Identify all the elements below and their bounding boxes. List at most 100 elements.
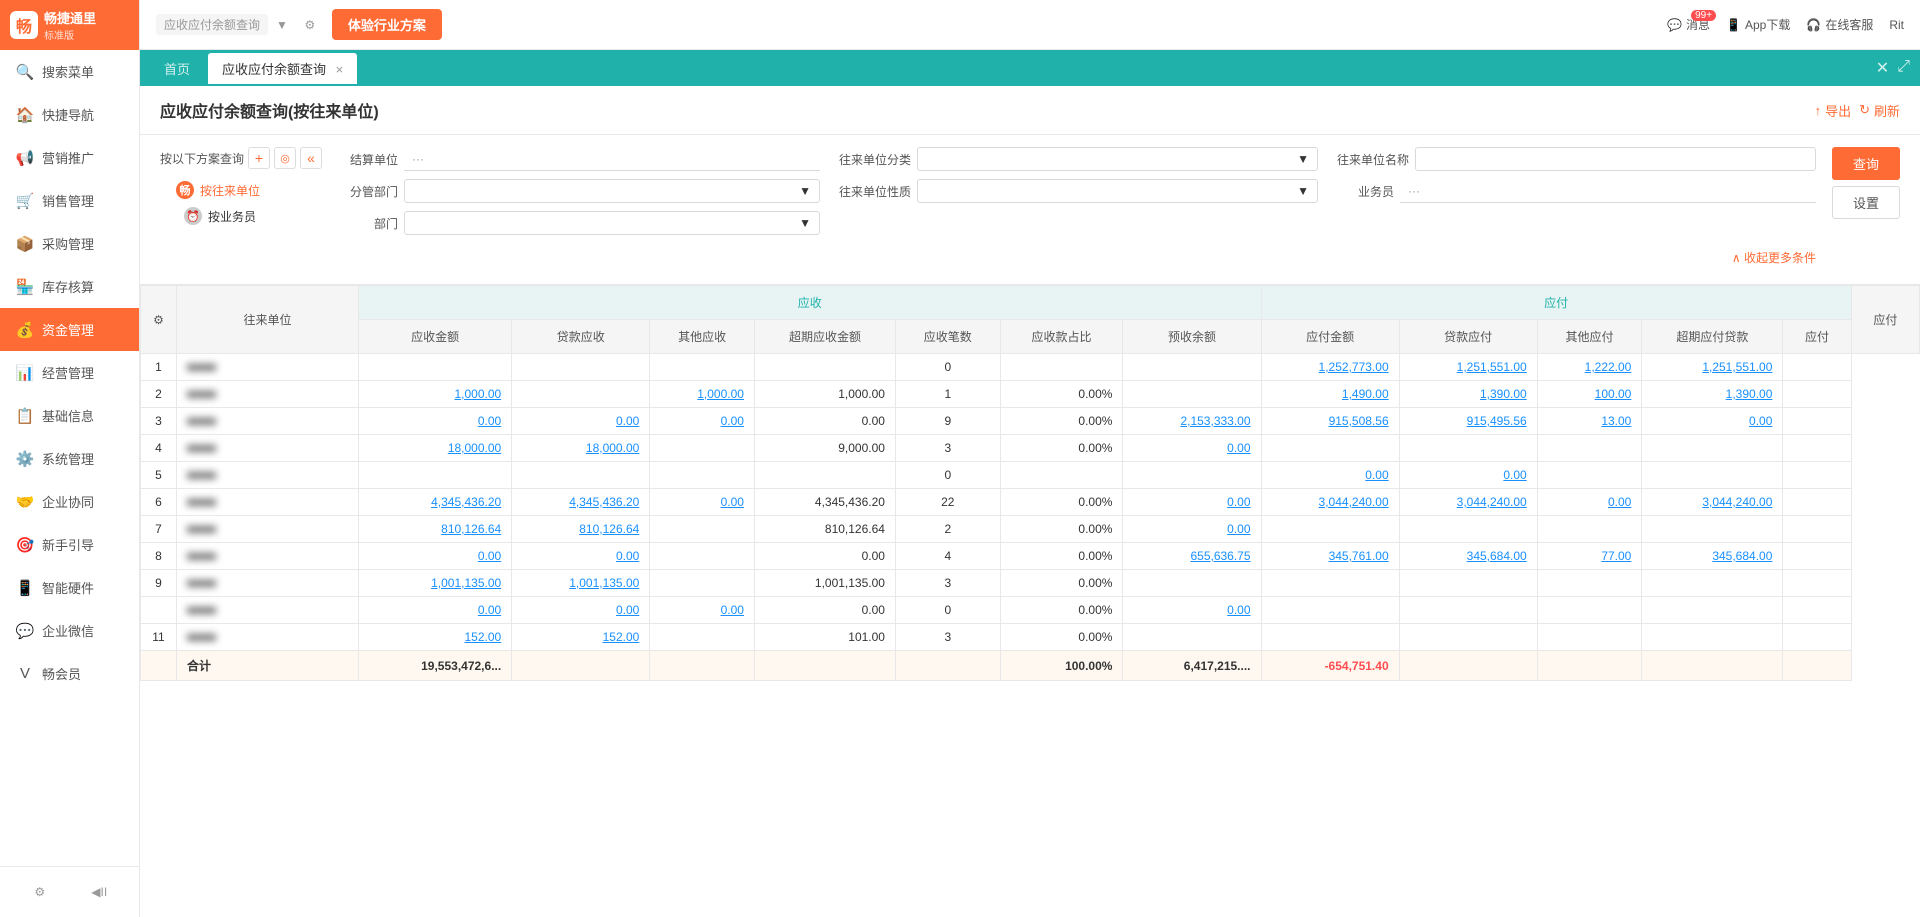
branch-select[interactable]: ▼ — [404, 211, 820, 235]
filter-option-business[interactable]: ⏰ 按业务员 — [176, 203, 322, 229]
settlement-input[interactable]: ··· — [404, 148, 820, 171]
table-cell[interactable] — [650, 624, 755, 651]
filter-settings-btn[interactable]: ◎ — [274, 147, 296, 169]
table-cell[interactable]: 1,000.00 — [650, 381, 755, 408]
sidebar-item-inventory[interactable]: 🏪库存核算 — [0, 265, 139, 308]
table-cell[interactable] — [1537, 462, 1642, 489]
sidebar-item-guide[interactable]: 🎯新手引导 — [0, 523, 139, 566]
table-cell[interactable] — [1399, 516, 1537, 543]
table-cell[interactable] — [1642, 597, 1783, 624]
filter-collapse-left-btn[interactable]: « — [300, 147, 322, 169]
table-cell[interactable] — [1123, 624, 1261, 651]
table-cell[interactable]: 3,044,240.00 — [1642, 489, 1783, 516]
table-cell[interactable]: 1,001,135.00 — [512, 570, 650, 597]
table-cell[interactable]: 1,390.00 — [1399, 381, 1537, 408]
partner-type-select[interactable]: ▼ — [917, 147, 1318, 171]
table-cell[interactable]: 1,252,773.00 — [1261, 354, 1399, 381]
table-cell[interactable]: 3,044,240.00 — [1261, 489, 1399, 516]
table-cell[interactable] — [1123, 354, 1261, 381]
table-cell[interactable]: 100.00 — [1537, 381, 1642, 408]
table-cell[interactable]: 0.00 — [1399, 462, 1537, 489]
table-cell[interactable]: 1,222.00 — [1537, 354, 1642, 381]
sidebar-item-member[interactable]: V畅会员 — [0, 652, 139, 695]
sidebar-item-system[interactable]: ⚙️系统管理 — [0, 437, 139, 480]
table-cell[interactable]: 4,345,436.20 — [358, 489, 511, 516]
table-cell[interactable] — [512, 354, 650, 381]
table-cell[interactable]: 0.00 — [358, 597, 511, 624]
solution-button[interactable]: 体验行业方案 — [332, 9, 442, 40]
export-button[interactable]: ↑ 导出 — [1815, 101, 1852, 120]
sidebar-item-wechat[interactable]: 💬企业微信 — [0, 609, 139, 652]
table-cell[interactable] — [1642, 462, 1783, 489]
table-cell[interactable] — [1642, 516, 1783, 543]
table-cell[interactable] — [1399, 570, 1537, 597]
table-settings-th[interactable]: ⚙ — [141, 286, 177, 354]
topbar-msg[interactable]: 💬 消息 99+ — [1667, 16, 1710, 33]
table-cell[interactable]: 810,126.64 — [358, 516, 511, 543]
table-cell[interactable]: 915,495.56 — [1399, 408, 1537, 435]
query-button[interactable]: 查询 — [1832, 147, 1900, 180]
table-cell[interactable] — [358, 462, 511, 489]
table-cell[interactable]: 0.00 — [650, 408, 755, 435]
table-cell[interactable] — [650, 543, 755, 570]
table-cell[interactable] — [650, 570, 755, 597]
table-cell[interactable]: 0.00 — [1537, 489, 1642, 516]
sidebar-item-marketing[interactable]: 📢营销推广 — [0, 136, 139, 179]
table-cell[interactable] — [1537, 624, 1642, 651]
table-cell[interactable] — [1261, 570, 1399, 597]
sidebar-settings-btn[interactable]: ⚙ — [25, 877, 55, 907]
topbar-dropdown[interactable]: ▼ — [276, 18, 288, 32]
table-cell[interactable]: 2,153,333.00 — [1123, 408, 1261, 435]
table-cell[interactable] — [1399, 624, 1537, 651]
table-cell[interactable] — [512, 462, 650, 489]
table-cell[interactable]: 0.00 — [1261, 462, 1399, 489]
table-cell[interactable] — [1261, 516, 1399, 543]
tab-close-icon[interactable]: × — [336, 62, 344, 77]
table-cell[interactable]: 345,684.00 — [1399, 543, 1537, 570]
table-cell[interactable]: 13.00 — [1537, 408, 1642, 435]
table-cell[interactable]: 3,044,240.00 — [1399, 489, 1537, 516]
table-cell[interactable] — [1123, 381, 1261, 408]
salesman-input[interactable]: ··· — [1400, 180, 1816, 203]
table-cell[interactable]: 152.00 — [358, 624, 511, 651]
topbar-user[interactable]: Rit — [1889, 18, 1904, 32]
table-cell[interactable] — [1537, 597, 1642, 624]
table-cell[interactable]: 810,126.64 — [512, 516, 650, 543]
table-cell[interactable]: 152.00 — [512, 624, 650, 651]
table-cell[interactable]: 1,001,135.00 — [358, 570, 511, 597]
sidebar-item-hardware[interactable]: 📱智能硬件 — [0, 566, 139, 609]
filter-option-partner[interactable]: 畅 按往来单位 — [168, 177, 322, 203]
table-cell[interactable]: 0.00 — [512, 543, 650, 570]
tab-expand-btn[interactable]: ⤢ — [1897, 58, 1910, 78]
partner-name-input[interactable] — [1415, 147, 1816, 171]
table-cell[interactable]: 0.00 — [1123, 435, 1261, 462]
table-cell[interactable] — [1642, 435, 1783, 462]
table-cell[interactable] — [650, 354, 755, 381]
sidebar-item-basic[interactable]: 📋基础信息 — [0, 394, 139, 437]
tab-query[interactable]: 应收应付余额查询 × — [208, 53, 357, 84]
sidebar-collapse-btn[interactable]: ◀II — [84, 877, 114, 907]
collapse-btn[interactable]: ∧ 收起更多条件 — [338, 243, 1816, 272]
filter-add-btn[interactable]: + — [248, 147, 270, 169]
table-cell[interactable] — [1399, 597, 1537, 624]
sidebar-item-sales[interactable]: 🛒销售管理 — [0, 179, 139, 222]
table-cell[interactable] — [1537, 516, 1642, 543]
table-cell[interactable]: 0.00 — [512, 597, 650, 624]
table-cell[interactable] — [1399, 435, 1537, 462]
table-cell[interactable] — [1261, 435, 1399, 462]
tab-close-window-btn[interactable]: ✕ — [1876, 58, 1889, 78]
table-cell[interactable] — [1261, 624, 1399, 651]
dept-select[interactable]: ▼ — [404, 179, 820, 203]
table-cell[interactable]: 0.00 — [1123, 597, 1261, 624]
table-cell[interactable] — [650, 435, 755, 462]
table-cell[interactable]: 0.00 — [358, 408, 511, 435]
table-cell[interactable] — [1537, 570, 1642, 597]
table-cell[interactable] — [512, 381, 650, 408]
tab-home[interactable]: 首页 — [150, 53, 204, 84]
partner-nature-select[interactable]: ▼ — [917, 179, 1318, 203]
table-cell[interactable]: 345,761.00 — [1261, 543, 1399, 570]
table-cell[interactable]: 1,390.00 — [1642, 381, 1783, 408]
table-cell[interactable]: 0.00 — [650, 597, 755, 624]
table-cell[interactable]: 18,000.00 — [358, 435, 511, 462]
table-cell[interactable]: 0.00 — [650, 489, 755, 516]
